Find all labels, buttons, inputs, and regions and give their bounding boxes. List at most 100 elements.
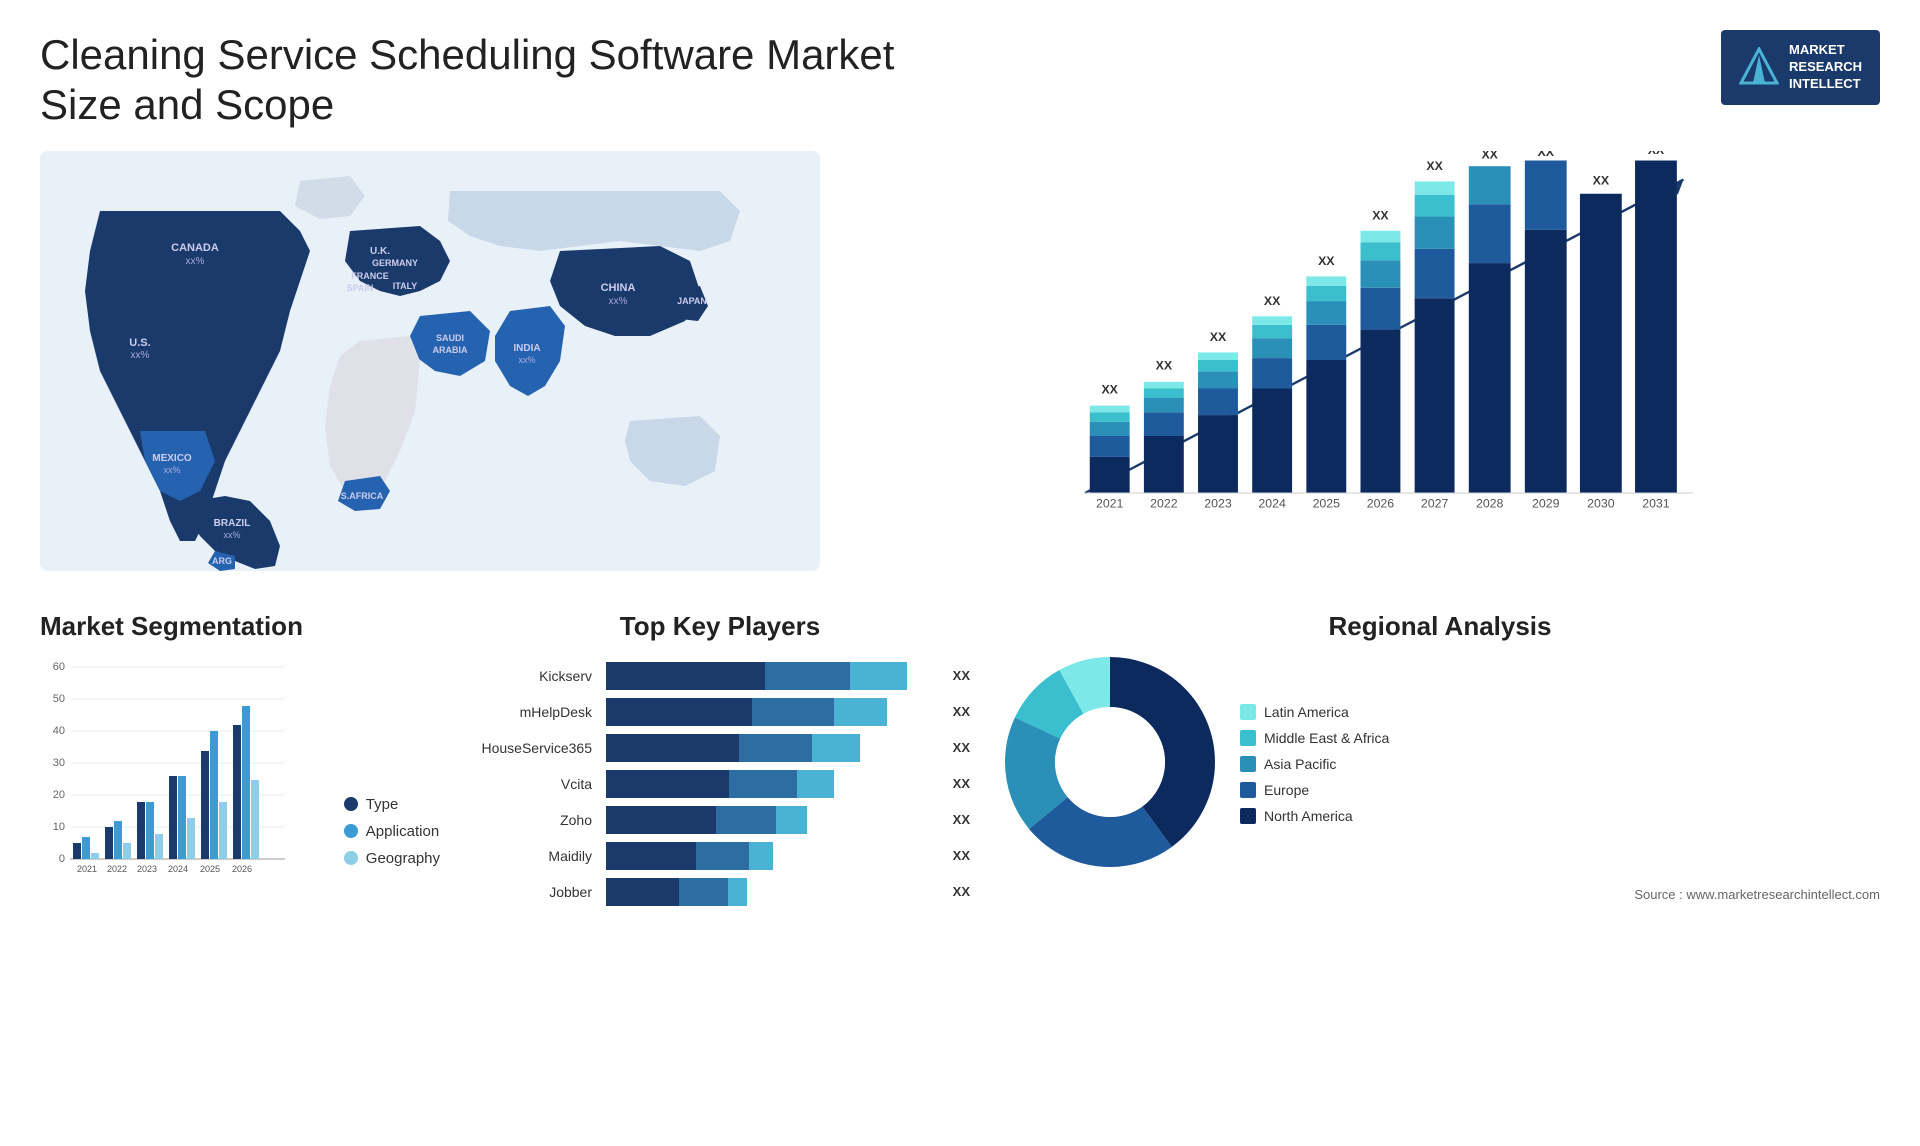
logo-box: MARKET RESEARCH INTELLECT [1721, 30, 1880, 105]
player-row-vcita: Vcita XX [470, 770, 970, 798]
player-xx-zoho: XX [953, 812, 970, 827]
svg-text:2023: 2023 [1204, 496, 1232, 510]
svg-text:50: 50 [53, 693, 65, 705]
key-players-title: Top Key Players [470, 611, 970, 642]
svg-text:2028: 2028 [1476, 496, 1504, 510]
svg-text:XX: XX [1593, 173, 1610, 187]
player-name-mhelpdesk: mHelpDesk [470, 704, 600, 720]
svg-text:BRAZIL: BRAZIL [214, 518, 251, 529]
svg-text:INDIA: INDIA [513, 343, 540, 354]
svg-text:xx%: xx% [186, 256, 205, 267]
svg-text:ARG: ARG [212, 556, 232, 566]
svg-text:20: 20 [53, 789, 65, 801]
player-bar-houseservice [606, 734, 941, 762]
svg-text:xx%: xx% [609, 296, 628, 307]
donut-chart [1000, 652, 1220, 877]
player-bar-vcita [606, 770, 941, 798]
reg-label-apac: Asia Pacific [1264, 756, 1336, 772]
player-row-houseservice: HouseService365 XX [470, 734, 970, 762]
top-row: CANADA xx% U.S. xx% MEXICO xx% BRAZIL xx… [40, 151, 1880, 581]
player-row-maidily: Maidily XX [470, 842, 970, 870]
svg-text:10: 10 [53, 821, 65, 833]
regional-legend: Latin America Middle East & Africa Asia … [1240, 704, 1389, 824]
player-bar-maidily [606, 842, 941, 870]
player-xx-jobber: XX [953, 884, 970, 899]
svg-text:2024: 2024 [1258, 496, 1286, 510]
reg-legend-europe: Europe [1240, 782, 1389, 798]
svg-text:U.K.: U.K. [370, 246, 390, 257]
svg-text:S.AFRICA: S.AFRICA [341, 491, 384, 501]
reg-label-mea: Middle East & Africa [1264, 730, 1389, 746]
growth-bar-chart: XX 2021 XX 2022 XX 2023 [860, 151, 1880, 531]
legend-dot-application [344, 824, 358, 838]
svg-text:XX: XX [1318, 254, 1335, 268]
svg-text:ITALY: ITALY [393, 281, 418, 291]
svg-text:2027: 2027 [1421, 496, 1449, 510]
world-map: CANADA xx% U.S. xx% MEXICO xx% BRAZIL xx… [40, 151, 820, 571]
seg-legend: Type Application Geography [344, 796, 440, 897]
svg-text:XX: XX [1210, 330, 1227, 344]
reg-legend-north-america: North America [1240, 808, 1389, 824]
svg-text:2031: 2031 [1642, 496, 1670, 510]
svg-text:ARABIA: ARABIA [433, 345, 468, 355]
bottom-row: Market Segmentation 60 50 40 30 20 10 0 [40, 611, 1880, 914]
svg-text:2021: 2021 [1096, 496, 1124, 510]
legend-type: Type [344, 796, 440, 813]
segmentation-chart: 60 50 40 30 20 10 0 [40, 652, 290, 892]
svg-text:0: 0 [59, 853, 65, 865]
svg-text:2025: 2025 [1313, 496, 1341, 510]
player-name-vcita: Vcita [470, 776, 600, 792]
players-list: Kickserv XX mHelpDesk [470, 652, 970, 906]
svg-text:60: 60 [53, 661, 65, 673]
svg-text:2024: 2024 [168, 864, 188, 874]
svg-text:XX: XX [1481, 151, 1498, 162]
donut-svg [1000, 652, 1220, 872]
reg-color-mea [1240, 730, 1256, 746]
reg-label-latin-america: Latin America [1264, 704, 1349, 720]
svg-text:XX: XX [1101, 382, 1118, 396]
svg-text:2022: 2022 [1150, 496, 1178, 510]
segmentation-section: Market Segmentation 60 50 40 30 20 10 0 [40, 611, 440, 897]
reg-color-apac [1240, 756, 1256, 772]
svg-text:2026: 2026 [1367, 496, 1395, 510]
map-section: CANADA xx% U.S. xx% MEXICO xx% BRAZIL xx… [40, 151, 820, 581]
svg-text:XX: XX [1264, 294, 1281, 308]
svg-text:XX: XX [1648, 151, 1665, 157]
svg-text:XX: XX [1372, 208, 1389, 222]
seg-chart-area: 60 50 40 30 20 10 0 [40, 652, 440, 897]
segmentation-title: Market Segmentation [40, 611, 440, 642]
svg-text:XX: XX [1426, 159, 1443, 173]
header: Cleaning Service Scheduling Software Mar… [40, 30, 1880, 131]
svg-text:xx%: xx% [131, 350, 150, 361]
player-name-kickserv: Kickserv [470, 668, 600, 684]
page: Cleaning Service Scheduling Software Mar… [0, 0, 1920, 1146]
svg-text:CANADA: CANADA [171, 242, 219, 254]
svg-text:SPAIN: SPAIN [347, 283, 374, 293]
player-xx-houseservice: XX [953, 740, 970, 755]
reg-legend-apac: Asia Pacific [1240, 756, 1389, 772]
source-text: Source : www.marketresearchintellect.com [1634, 887, 1880, 902]
svg-text:2030: 2030 [1587, 496, 1615, 510]
svg-text:2023: 2023 [137, 864, 157, 874]
logo-area: MARKET RESEARCH INTELLECT [1721, 30, 1880, 105]
player-name-maidily: Maidily [470, 848, 600, 864]
player-name-jobber: Jobber [470, 884, 600, 900]
regional-section: Regional Analysis [1000, 611, 1880, 902]
svg-text:xx%: xx% [223, 530, 240, 540]
regional-bottom: Latin America Middle East & Africa Asia … [1000, 652, 1880, 877]
reg-color-europe [1240, 782, 1256, 798]
growth-chart-section: XX 2021 XX 2022 XX 2023 [860, 151, 1880, 581]
reg-color-north-america [1240, 808, 1256, 824]
player-xx-vcita: XX [953, 776, 970, 791]
svg-text:30: 30 [53, 757, 65, 769]
reg-color-latin-america [1240, 704, 1256, 720]
player-xx-kickserv: XX [953, 668, 970, 683]
svg-text:XX: XX [1538, 151, 1555, 159]
player-row-zoho: Zoho XX [470, 806, 970, 834]
player-xx-mhelpdesk: XX [953, 704, 970, 719]
svg-text:2021: 2021 [77, 864, 97, 874]
svg-text:2022: 2022 [107, 864, 127, 874]
svg-text:40: 40 [53, 725, 65, 737]
source-line: Source : www.marketresearchintellect.com [1000, 887, 1880, 902]
svg-text:SAUDI: SAUDI [436, 333, 464, 343]
